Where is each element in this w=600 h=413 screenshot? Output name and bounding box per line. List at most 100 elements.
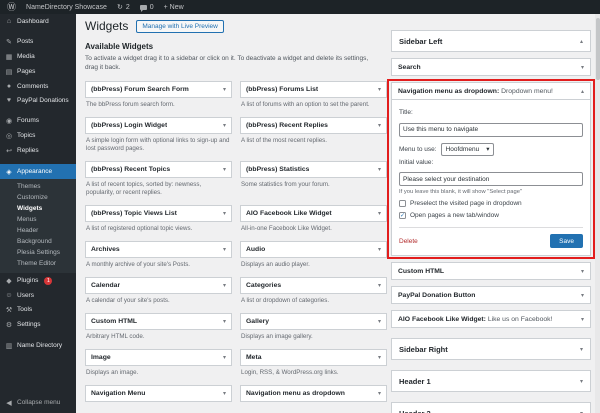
- preselect-checkbox-row[interactable]: Preselect the visited page in dropdown: [399, 200, 583, 207]
- sidebar-area-sidebar-left[interactable]: Sidebar Left ▴: [391, 30, 591, 52]
- chevron-down-icon[interactable]: ▾: [581, 292, 584, 299]
- sidebar-item-plugins[interactable]: ◆Plugins1: [0, 273, 76, 288]
- sidebar-item-media[interactable]: ▦Media: [0, 49, 76, 64]
- newtab-checkbox-row[interactable]: Open pages a new tab/window: [399, 212, 583, 219]
- sidebar-item-topics[interactable]: ◎Topics: [0, 128, 76, 143]
- checkbox-label: Preselect the visited page in dropdown: [410, 200, 522, 207]
- submenu-item-background[interactable]: Background: [0, 236, 76, 247]
- chevron-down-icon[interactable]: ▾: [223, 122, 226, 129]
- chevron-down-icon[interactable]: ▾: [378, 166, 381, 173]
- title-input[interactable]: [399, 123, 583, 137]
- widget-card[interactable]: Custom HTML▾: [85, 313, 232, 330]
- submenu-item-plesia-settings[interactable]: Plesia Settings: [0, 247, 76, 258]
- submenu-item-theme-editor[interactable]: Theme Editor: [0, 258, 76, 269]
- chevron-down-icon[interactable]: ▾: [223, 86, 226, 93]
- chevron-down-icon[interactable]: ▾: [580, 410, 583, 413]
- available-widget: Image▾Displays an image.: [85, 349, 232, 385]
- collapse-menu-button[interactable]: ◀Collapse menu: [0, 395, 76, 410]
- initial-value-input[interactable]: [399, 172, 583, 186]
- widget-card[interactable]: Gallery▾: [240, 313, 387, 330]
- chevron-down-icon[interactable]: ▾: [378, 86, 381, 93]
- widget-card[interactable]: Meta▾: [240, 349, 387, 366]
- sidebar-item-replies[interactable]: ↩Replies: [0, 143, 76, 158]
- chevron-up-icon[interactable]: ▴: [581, 88, 584, 95]
- widget-card[interactable]: (bbPress) Forum Search Form▾: [85, 81, 232, 98]
- widget-description: Displays an image gallery.: [240, 330, 387, 349]
- chevron-down-icon[interactable]: ▾: [223, 166, 226, 173]
- chevron-down-icon[interactable]: ▾: [378, 390, 381, 397]
- chevron-up-icon[interactable]: ▴: [580, 38, 583, 45]
- sidebar-item-comments[interactable]: ●Comments: [0, 79, 76, 93]
- widget-card[interactable]: Image▾: [85, 349, 232, 366]
- widget-custom-html[interactable]: Custom HTML ▾: [391, 262, 591, 280]
- chevron-down-icon[interactable]: ▾: [580, 378, 583, 385]
- widget-card[interactable]: (bbPress) Statistics▾: [240, 161, 387, 178]
- chevron-down-icon[interactable]: ▾: [581, 316, 584, 323]
- new-content-menu[interactable]: + New: [164, 4, 184, 11]
- widget-card[interactable]: (bbPress) Login Widget▾: [85, 117, 232, 134]
- widget-card[interactable]: Audio▾: [240, 241, 387, 258]
- widget-card[interactable]: (bbPress) Topic Views List▾: [85, 205, 232, 222]
- submenu-item-themes[interactable]: Themes: [0, 181, 76, 192]
- widget-card[interactable]: Navigation menu as dropdown▾: [240, 385, 387, 402]
- sidebar-item-name-directory[interactable]: ▥Name Directory: [0, 338, 76, 353]
- chevron-down-icon[interactable]: ▾: [378, 122, 381, 129]
- chevron-down-icon[interactable]: ▾: [581, 268, 584, 275]
- save-button[interactable]: Save: [550, 234, 583, 248]
- submenu-item-header[interactable]: Header: [0, 225, 76, 236]
- chevron-down-icon[interactable]: ▾: [378, 282, 381, 289]
- chevron-down-icon[interactable]: ▾: [378, 354, 381, 361]
- chevron-down-icon[interactable]: ▾: [378, 210, 381, 217]
- sidebar-area-header-2[interactable]: Header 2 ▾: [391, 402, 591, 413]
- chevron-down-icon[interactable]: ▾: [223, 390, 226, 397]
- widget-nav-dropdown-expanded: Navigation menu as dropdown: Dropdown me…: [391, 82, 591, 256]
- chevron-down-icon[interactable]: ▾: [581, 64, 584, 71]
- sidebar-item-paypal-donations[interactable]: ♥PayPal Donations: [0, 93, 76, 107]
- sidebar-area-header-1[interactable]: Header 1 ▾: [391, 370, 591, 392]
- sidebar-item-settings[interactable]: ⚙Settings: [0, 317, 76, 332]
- sidebar-item-posts[interactable]: ✎Posts: [0, 34, 76, 49]
- scrollbar-thumb[interactable]: [596, 18, 600, 80]
- widget-card[interactable]: Categories▾: [240, 277, 387, 294]
- sidebar-item-users[interactable]: ☺Users: [0, 288, 76, 302]
- updates-indicator[interactable]: ↻ 2: [117, 3, 130, 11]
- chevron-down-icon[interactable]: ▾: [223, 246, 226, 253]
- chevron-down-icon[interactable]: ▾: [223, 354, 226, 361]
- wordpress-logo-icon[interactable]: Ⓦ: [7, 3, 16, 12]
- submenu-item-widgets[interactable]: Widgets: [0, 203, 76, 214]
- submenu-item-customize[interactable]: Customize: [0, 192, 76, 203]
- widget-nav-dropdown-header[interactable]: Navigation menu as dropdown: Dropdown me…: [391, 82, 591, 100]
- chevron-down-icon[interactable]: ▾: [378, 318, 381, 325]
- widget-search[interactable]: Search ▾: [391, 58, 591, 76]
- widget-card[interactable]: (bbPress) Recent Replies▾: [240, 117, 387, 134]
- chevron-down-icon[interactable]: ▾: [378, 246, 381, 253]
- sidebar-item-appearance[interactable]: ◈Appearance: [0, 164, 76, 179]
- delete-link[interactable]: Delete: [399, 238, 418, 245]
- widget-card[interactable]: (bbPress) Forums List▾: [240, 81, 387, 98]
- widget-card[interactable]: AIO Facebook Like Widget▾: [240, 205, 387, 222]
- checkbox-checked-icon[interactable]: [399, 212, 406, 219]
- manage-live-preview-button[interactable]: Manage with Live Preview: [136, 20, 224, 33]
- sidebar-item-forums[interactable]: ◉Forums: [0, 113, 76, 128]
- sidebar-area-sidebar-right[interactable]: Sidebar Right ▾: [391, 338, 591, 360]
- available-widget: Gallery▾Displays an image gallery.: [240, 313, 387, 349]
- menu-select[interactable]: Hoofdmenu ▾: [441, 143, 495, 156]
- chevron-down-icon[interactable]: ▾: [223, 282, 226, 289]
- sidebar-item-tools[interactable]: ⚒Tools: [0, 302, 76, 317]
- widget-aio-facebook-like[interactable]: AIO Facebook Like Widget: Like us on Fac…: [391, 310, 591, 328]
- sidebar-item-pages[interactable]: ▤Pages: [0, 64, 76, 79]
- widget-paypal-donation[interactable]: PayPal Donation Button ▾: [391, 286, 591, 304]
- widget-card[interactable]: Navigation Menu▾: [85, 385, 232, 402]
- submenu-item-menus[interactable]: Menus: [0, 214, 76, 225]
- chevron-down-icon[interactable]: ▾: [580, 346, 583, 353]
- widget-card[interactable]: Calendar▾: [85, 277, 232, 294]
- checkbox-unchecked-icon[interactable]: [399, 200, 406, 207]
- site-name-link[interactable]: NameDirectory Showcase: [26, 4, 107, 11]
- widget-card[interactable]: Archives▾: [85, 241, 232, 258]
- sidebar-item-dashboard[interactable]: ⌂Dashboard: [0, 14, 76, 28]
- chevron-down-icon[interactable]: ▾: [223, 318, 226, 325]
- widget-card[interactable]: (bbPress) Recent Topics▾: [85, 161, 232, 178]
- page-scrollbar[interactable]: [595, 14, 600, 413]
- chevron-down-icon[interactable]: ▾: [223, 210, 226, 217]
- comments-indicator[interactable]: 0: [140, 4, 154, 11]
